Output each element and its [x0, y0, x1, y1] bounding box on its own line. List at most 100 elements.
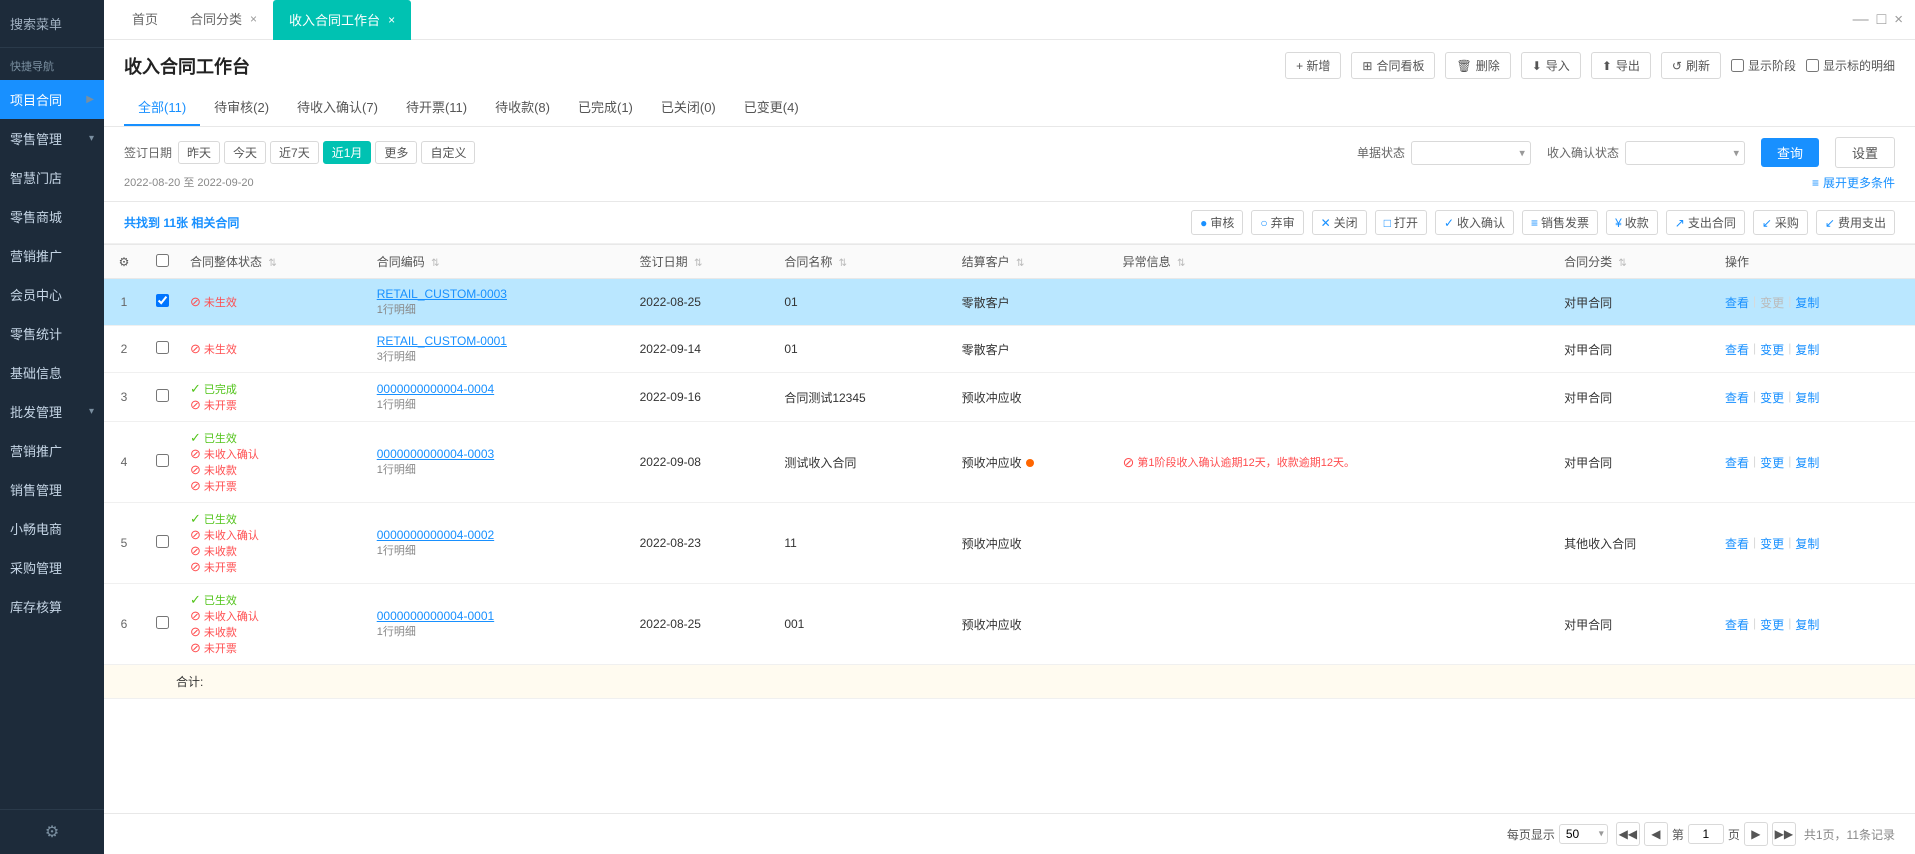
sidebar-item-sales-mgmt[interactable]: 销售管理: [0, 470, 104, 509]
status-tab-closed[interactable]: 已关闭(0): [647, 89, 730, 126]
op-btn-查看[interactable]: 查看: [1725, 389, 1749, 406]
close-tab-contract-category[interactable]: ×: [250, 12, 257, 26]
status-tab-pending-invoice[interactable]: 待开票(11): [392, 89, 481, 126]
sidebar-item-marketing2[interactable]: 营销推广: [0, 431, 104, 470]
op-btn-变更[interactable]: 变更: [1760, 535, 1784, 552]
date-btn-custom[interactable]: 自定义: [421, 141, 475, 164]
contract-code-link[interactable]: RETAIL_CUSTOM-0003: [377, 287, 507, 301]
row-checkbox[interactable]: [156, 616, 169, 629]
income-confirm-select[interactable]: [1625, 141, 1745, 165]
op-btn-查看[interactable]: 查看: [1725, 294, 1749, 311]
sidebar-item-retail-mall[interactable]: 零售商城: [0, 197, 104, 236]
show-markings-checkbox[interactable]: 显示标的明细: [1806, 57, 1895, 74]
sidebar-item-xiaochang[interactable]: 小畅电商: [0, 509, 104, 548]
settings-button[interactable]: ⚙: [0, 809, 104, 854]
sidebar-item-project[interactable]: 项目合同 ▶: [0, 80, 104, 119]
op-btn-查看[interactable]: 查看: [1725, 535, 1749, 552]
last-page-btn[interactable]: ▶▶: [1772, 822, 1796, 846]
status-tab-pending-income[interactable]: 待收入确认(7): [283, 89, 392, 126]
sidebar-item-retail-stats[interactable]: 零售统计: [0, 314, 104, 353]
expand-more-btn[interactable]: ≡ 展开更多条件: [1812, 174, 1895, 191]
new-button[interactable]: + 新增: [1285, 52, 1341, 79]
export-button[interactable]: ⬆ 导出: [1591, 52, 1651, 79]
contract-code-link[interactable]: 0000000000004-0001: [377, 609, 494, 623]
expense-contract-btn[interactable]: ↗ 支出合同: [1666, 210, 1745, 235]
maximize-icon[interactable]: □: [1877, 11, 1887, 29]
collect-btn[interactable]: ¥ 收款: [1606, 210, 1658, 235]
status-tab-pending-review[interactable]: 待审核(2): [200, 89, 283, 126]
date-btn-yesterday[interactable]: 昨天: [178, 141, 220, 164]
op-btn-复制[interactable]: 复制: [1795, 341, 1819, 358]
op-btn-变更[interactable]: 变更: [1760, 454, 1784, 471]
row-checkbox[interactable]: [156, 341, 169, 354]
sidebar-item-inventory[interactable]: 库存核算: [0, 587, 104, 626]
first-page-btn[interactable]: ◀◀: [1616, 822, 1640, 846]
page-input[interactable]: [1688, 824, 1724, 844]
contract-code-sub: 1行明细: [377, 301, 620, 317]
prev-page-btn[interactable]: ◀: [1644, 822, 1668, 846]
row-checkbox[interactable]: [156, 454, 169, 467]
tab-income-workbench[interactable]: 收入合同工作台 ×: [273, 0, 411, 40]
op-btn-查看[interactable]: 查看: [1725, 616, 1749, 633]
op-btn-复制[interactable]: 复制: [1795, 294, 1819, 311]
refresh-button[interactable]: ↺ 刷新: [1661, 52, 1721, 79]
income-confirm-btn[interactable]: ✓ 收入确认: [1435, 210, 1514, 235]
delete-button[interactable]: 🗑 删除: [1445, 52, 1510, 79]
abandon-btn[interactable]: ○ 弃审: [1251, 210, 1303, 235]
op-btn-变更[interactable]: 变更: [1760, 389, 1784, 406]
op-btn-复制[interactable]: 复制: [1795, 535, 1819, 552]
op-btn-复制[interactable]: 复制: [1795, 616, 1819, 633]
op-btn-查看[interactable]: 查看: [1725, 341, 1749, 358]
date-btn-more[interactable]: 更多: [375, 141, 417, 164]
dashboard-button[interactable]: ⊞ 合同看板: [1351, 52, 1435, 79]
sidebar-search[interactable]: 搜索菜单: [0, 0, 104, 48]
op-btn-复制[interactable]: 复制: [1795, 454, 1819, 471]
op-btn-变更[interactable]: 变更: [1760, 341, 1784, 358]
open-btn[interactable]: □ 打开: [1375, 210, 1427, 235]
review-btn[interactable]: ● 审核: [1191, 210, 1243, 235]
sidebar-item-marketing[interactable]: 营销推广: [0, 236, 104, 275]
contracts-table: ⚙ 合同整体状态 ⇅ 合同编码 ⇅ 签订日期 ⇅ 合同名称 ⇅ 结算客户 ⇅ 异…: [104, 244, 1915, 699]
minimize-icon[interactable]: —: [1853, 11, 1869, 29]
close-tab-income-workbench[interactable]: ×: [388, 13, 395, 27]
row-checkbox[interactable]: [156, 389, 169, 402]
purchase-btn[interactable]: ↙ 采购: [1753, 210, 1808, 235]
status-tab-pending-collect[interactable]: 待收款(8): [481, 89, 564, 126]
row-checkbox[interactable]: [156, 535, 169, 548]
sidebar-item-purchase[interactable]: 采购管理: [0, 548, 104, 587]
status-tab-changed[interactable]: 已变更(4): [730, 89, 813, 126]
contract-code-link[interactable]: 0000000000004-0004: [377, 382, 494, 396]
sidebar-item-member[interactable]: 会员中心: [0, 275, 104, 314]
row-no: 6: [104, 584, 144, 665]
tab-home[interactable]: 首页: [116, 0, 174, 40]
show-stages-checkbox[interactable]: 显示阶段: [1731, 57, 1796, 74]
sidebar-item-smart-store[interactable]: 智慧门店: [0, 158, 104, 197]
select-all-checkbox[interactable]: [156, 254, 169, 267]
close-btn[interactable]: ✕ 关闭: [1312, 210, 1367, 235]
date-btn-today[interactable]: 今天: [224, 141, 266, 164]
page-size-select[interactable]: 10 20 50 100: [1559, 824, 1608, 844]
sidebar-item-base-info[interactable]: 基础信息: [0, 353, 104, 392]
status-tab-completed[interactable]: 已完成(1): [564, 89, 647, 126]
next-page-btn[interactable]: ▶: [1744, 822, 1768, 846]
op-btn-查看[interactable]: 查看: [1725, 454, 1749, 471]
sidebar-item-wholesale-mgmt[interactable]: 批发管理 ▾: [0, 392, 104, 431]
fee-expense-btn[interactable]: ↙ 费用支出: [1816, 210, 1895, 235]
import-button[interactable]: ⬇ 导入: [1521, 52, 1581, 79]
date-btn-last1month[interactable]: 近1月: [323, 141, 372, 164]
sidebar-item-retail-mgmt[interactable]: 零售管理 ▾: [0, 119, 104, 158]
contract-code-link[interactable]: 0000000000004-0003: [377, 447, 494, 461]
op-btn-复制[interactable]: 复制: [1795, 389, 1819, 406]
tab-contract-category[interactable]: 合同分类 ×: [174, 0, 273, 40]
contract-code-link[interactable]: RETAIL_CUSTOM-0001: [377, 334, 507, 348]
sales-invoice-btn[interactable]: ≡ 销售发票: [1522, 210, 1598, 235]
status-tab-all[interactable]: 全部(11): [124, 89, 200, 126]
row-checkbox[interactable]: [156, 294, 169, 307]
close-window-icon[interactable]: ×: [1894, 11, 1903, 29]
op-btn-变更[interactable]: 变更: [1760, 616, 1784, 633]
contract-code-link[interactable]: 0000000000004-0002: [377, 528, 494, 542]
date-btn-last7days[interactable]: 近7天: [270, 141, 319, 164]
setting-button[interactable]: 设置: [1835, 137, 1895, 168]
query-button[interactable]: 查询: [1761, 138, 1819, 167]
doc-status-select[interactable]: [1411, 141, 1531, 165]
